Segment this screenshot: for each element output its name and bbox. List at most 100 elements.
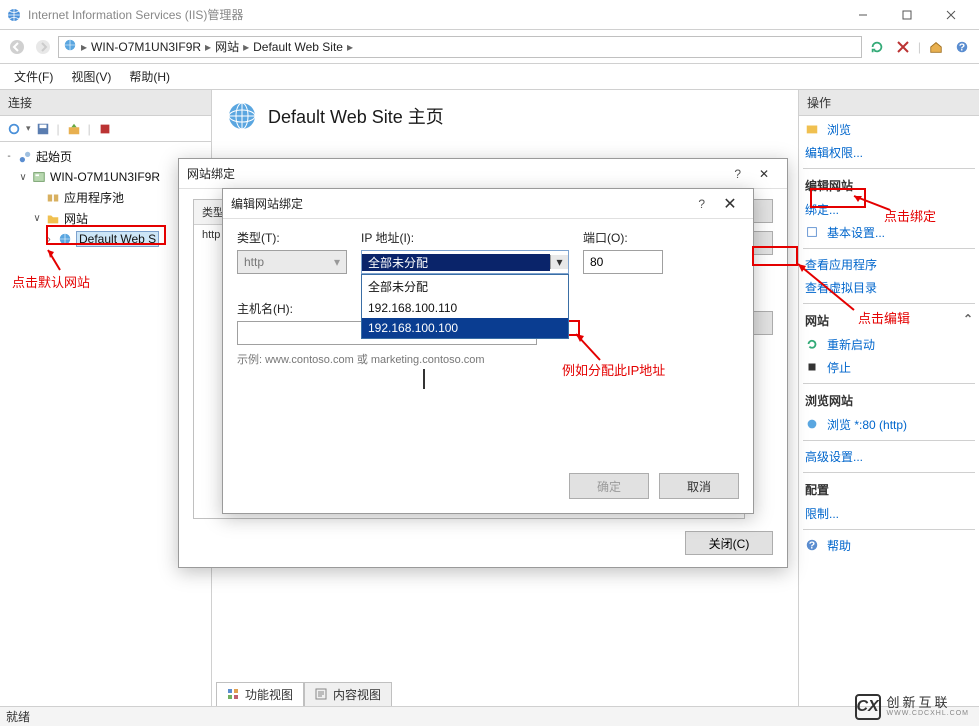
ip-address-dropdown: 全部未分配 192.168.100.110 192.168.100.100 — [361, 274, 569, 339]
refresh-button[interactable] — [866, 36, 888, 58]
collapse-icon: ⌃ — [963, 312, 973, 329]
tree-start-page[interactable]: - 起始页 — [4, 146, 207, 167]
cancel-button[interactable]: 取消 — [659, 473, 739, 499]
action-basic-settings[interactable]: 基本设置... — [803, 221, 975, 244]
menu-bar: 文件(F) 视图(V) 帮助(H) — [0, 64, 979, 90]
connect-icon — [17, 149, 33, 165]
help-icon: ? — [805, 538, 821, 554]
action-edit-permissions[interactable]: 编辑权限... — [803, 141, 975, 164]
watermark-logo: CX — [855, 694, 881, 720]
tree-app-pools[interactable]: 应用程序池 — [4, 187, 207, 208]
window-titlebar: Internet Information Services (IIS)管理器 — [0, 0, 979, 30]
bindings-close-btn[interactable]: 关闭(C) — [685, 531, 773, 555]
label-hostname: 主机名(H): — [237, 300, 293, 317]
minimize-button[interactable] — [841, 1, 885, 29]
breadcrumb-site[interactable]: Default Web Site — [253, 40, 343, 54]
actions-config-header: 配置 — [803, 477, 975, 502]
dialog-help-button[interactable]: ? — [734, 167, 741, 181]
action-view-vdirs[interactable]: 查看虚拟目录 — [803, 276, 975, 299]
bindings-close-button[interactable]: ✕ — [749, 167, 779, 181]
restart-icon — [805, 337, 821, 353]
action-help[interactable]: ?帮助 — [803, 534, 975, 557]
tab-content-view[interactable]: 内容视图 — [304, 682, 392, 706]
label-type: 类型(T): — [237, 229, 347, 246]
ok-button[interactable]: 确定 — [569, 473, 649, 499]
back-button[interactable] — [6, 36, 28, 58]
ip-option-all-unassigned[interactable]: 全部未分配 — [362, 275, 568, 298]
status-text: 就绪 — [6, 708, 30, 725]
stop-icon — [805, 360, 821, 376]
edit-close-button[interactable]: ✕ — [715, 194, 745, 214]
breadcrumb-sites[interactable]: 网站 — [215, 38, 239, 55]
tree-default-web-site[interactable]: › Default Web S — [4, 229, 207, 249]
actions-website-header: 网站⌃ — [803, 308, 975, 333]
explorer-icon — [805, 122, 821, 138]
actions-edit-site-header: 编辑网站 — [803, 173, 975, 198]
connect-button[interactable] — [4, 119, 24, 139]
svg-text:?: ? — [959, 41, 965, 53]
action-advanced-settings[interactable]: 高级设置... — [803, 445, 975, 468]
port-input[interactable] — [583, 250, 663, 274]
up-button[interactable] — [64, 119, 84, 139]
label-port: 端口(O): — [583, 229, 663, 246]
actions-browse-site-header: 浏览网站 — [803, 388, 975, 413]
tree-server[interactable]: ∨ WIN-O7M1UN3IF9R — [4, 167, 207, 187]
bindings-dialog-title: 网站绑定 — [187, 165, 734, 182]
watermark: CX 创新互联 WWW.CDCXHL.COM — [845, 688, 979, 726]
browse-icon — [805, 417, 821, 433]
actions-pane: 操作 浏览 编辑权限... 编辑网站 绑定... 基本设置... 查看应用程序 … — [799, 90, 979, 706]
menu-view[interactable]: 视图(V) — [63, 65, 119, 88]
tab-features-view[interactable]: 功能视图 — [216, 682, 304, 706]
action-restart[interactable]: 重新启动 — [803, 333, 975, 356]
tree-sites[interactable]: ∨ 网站 — [4, 208, 207, 229]
edit-binding-dialog: 编辑网站绑定 ? ✕ 类型(T): IP 地址(I): 端口(O): http▾… — [222, 188, 754, 514]
type-select: http▾ — [237, 250, 347, 274]
action-stop[interactable]: 停止 — [803, 356, 975, 379]
action-bindings[interactable]: 绑定... — [803, 198, 975, 221]
home-button[interactable] — [925, 36, 947, 58]
folder-icon — [45, 211, 61, 227]
maximize-button[interactable] — [885, 1, 929, 29]
content-icon — [315, 688, 329, 702]
watermark-en: WWW.CDCXHL.COM — [887, 710, 969, 718]
watermark-cn: 创新互联 — [887, 696, 969, 710]
navbar: ▸ WIN-O7M1UN3IF9R ▸ 网站 ▸ Default Web Sit… — [0, 30, 979, 64]
view-tabs: 功能视图 内容视图 — [216, 682, 392, 706]
action-browse[interactable]: 浏览 — [803, 118, 975, 141]
edit-dialog-title: 编辑网站绑定 — [231, 195, 698, 212]
close-button[interactable] — [929, 1, 973, 29]
stop-button[interactable] — [892, 36, 914, 58]
help-button[interactable]: ? — [951, 36, 973, 58]
globe-icon — [63, 38, 77, 55]
breadcrumb-server[interactable]: WIN-O7M1UN3IF9R — [91, 40, 201, 54]
breadcrumb[interactable]: ▸ WIN-O7M1UN3IF9R ▸ 网站 ▸ Default Web Sit… — [58, 36, 862, 58]
site-icon — [57, 231, 73, 247]
status-bar: 就绪 — [0, 706, 979, 726]
label-ip: IP 地址(I): — [361, 229, 569, 246]
action-browse-80[interactable]: 浏览 *:80 (http) — [803, 413, 975, 436]
ip-option-2[interactable]: 192.168.100.100 — [362, 318, 568, 338]
globe-large-icon — [226, 100, 258, 132]
action-view-apps[interactable]: 查看应用程序 — [803, 253, 975, 276]
menu-file[interactable]: 文件(F) — [6, 65, 61, 88]
svg-text:?: ? — [809, 539, 815, 551]
ip-address-select[interactable]: 全部未分配 ▾ — [361, 250, 569, 274]
action-limits[interactable]: 限制... — [803, 502, 975, 525]
ip-option-1[interactable]: 192.168.100.110 — [362, 298, 568, 318]
chevron-down-icon: ▾ — [550, 255, 568, 269]
connections-header: 连接 — [0, 90, 211, 116]
save-button[interactable] — [33, 119, 53, 139]
page-title: Default Web Site 主页 — [268, 103, 444, 129]
app-pools-icon — [45, 190, 61, 206]
iis-icon — [6, 7, 22, 23]
window-title: Internet Information Services (IIS)管理器 — [28, 6, 841, 23]
server-icon — [31, 169, 47, 185]
connections-stop-button[interactable] — [95, 119, 115, 139]
forward-button[interactable] — [32, 36, 54, 58]
menu-help[interactable]: 帮助(H) — [121, 65, 178, 88]
hostname-hint: 示例: www.contoso.com 或 marketing.contoso.… — [237, 351, 739, 367]
connections-toolbar: ▾ | | — [0, 116, 211, 142]
settings-icon — [805, 225, 821, 241]
dialog-help-button[interactable]: ? — [698, 197, 705, 211]
text-cursor — [423, 369, 425, 389]
